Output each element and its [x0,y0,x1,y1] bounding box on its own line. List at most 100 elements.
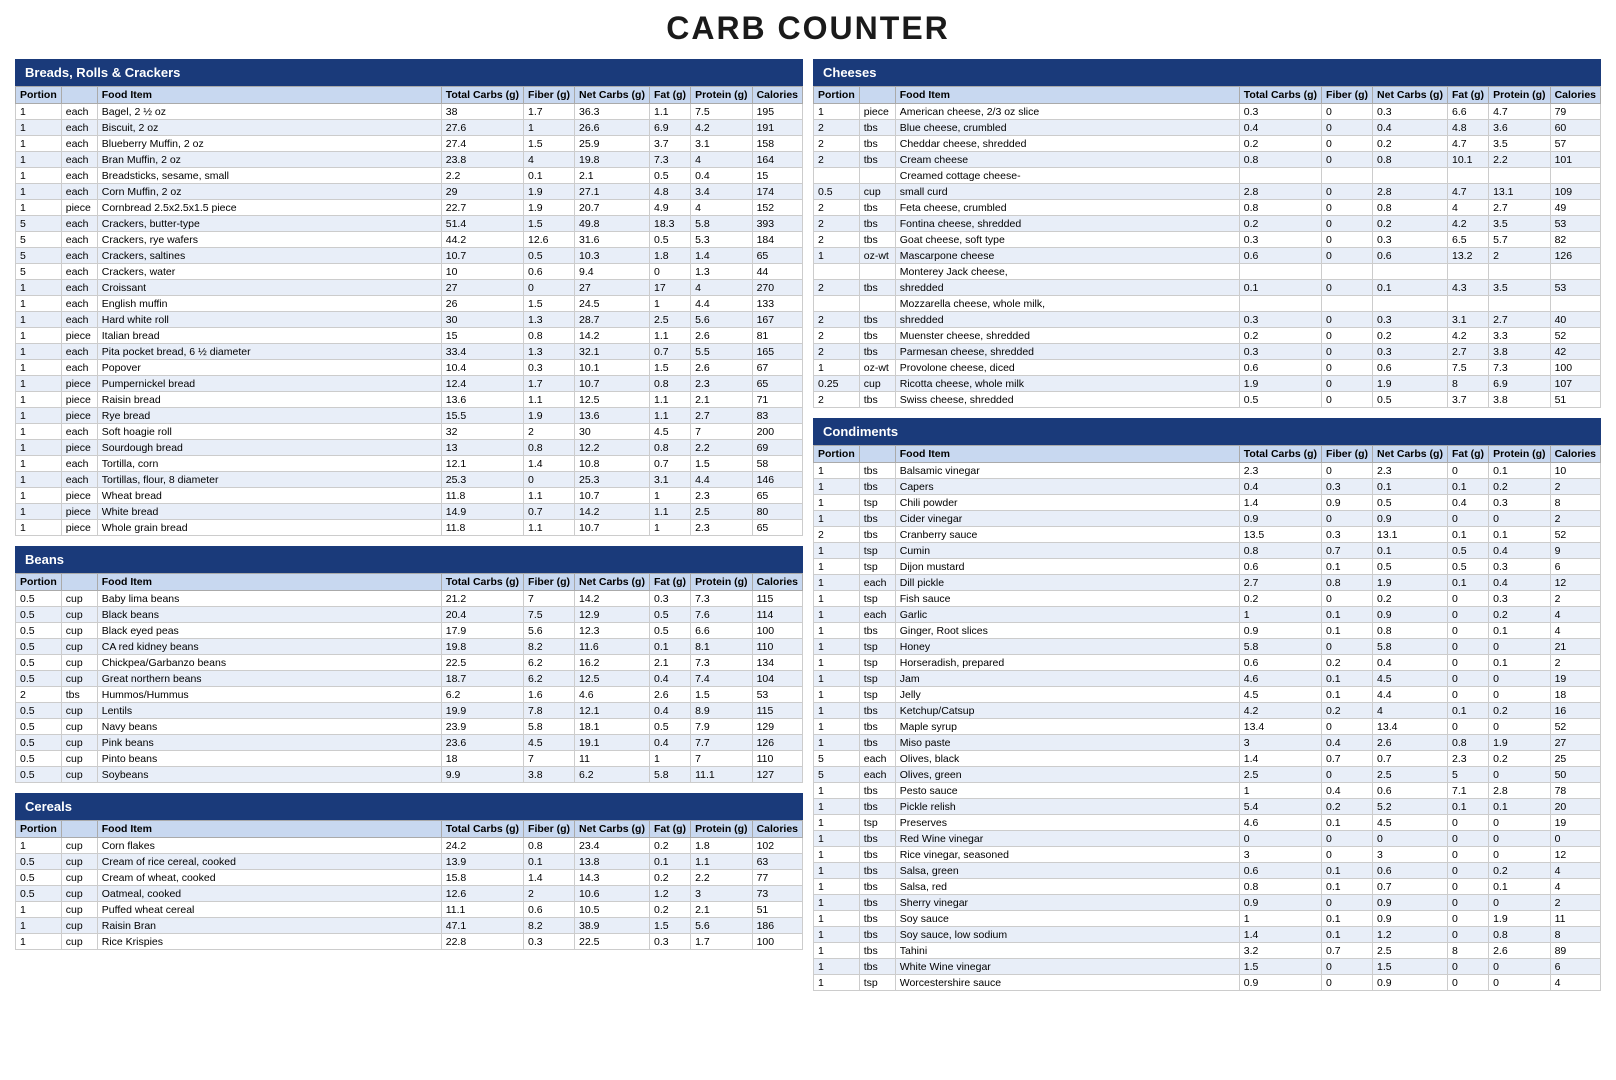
table-cell: Chili powder [895,495,1239,511]
table-row: 1eachTortillas, flour, 8 diameter25.3025… [16,472,803,488]
table-cell: 0.2 [1489,703,1551,719]
table-cell: 1 [814,575,860,591]
table-cell: 15.8 [441,870,523,886]
table-cell: tbs [61,687,97,703]
table-cell: 0.5 [1373,495,1448,511]
table-row: 1tbsKetchup/Catsup4.20.240.10.216 [814,703,1601,719]
table-cell: 5 [16,248,62,264]
table-cell: 1 [16,918,62,934]
right-column: Cheeses Portion Food Item Total Carbs (g… [813,59,1601,1001]
table-cell: 0 [1489,767,1551,783]
col-unit [61,821,97,838]
table-cell: Biscuit, 2 oz [97,120,441,136]
table-cell: 0 [1239,831,1321,847]
table-cell: Dijon mustard [895,559,1239,575]
table-cell: 1 [16,360,62,376]
left-column: Breads, Rolls & Crackers Portion Food It… [15,59,803,960]
table-row: Mozzarella cheese, whole milk, [814,296,1601,312]
table-cell: 21.2 [441,591,523,607]
table-cell: 1.9 [1373,376,1448,392]
table-cell [1239,296,1321,312]
table-cell: 11 [1550,911,1600,927]
table-cell: 167 [752,312,802,328]
table-cell: 0.3 [524,360,575,376]
table-cell: 25.9 [575,136,650,152]
table-cell: 0.5 [16,719,62,735]
table-cell: piece [61,328,97,344]
table-cell: tsp [859,815,895,831]
table-cell: 2.1 [691,902,753,918]
table-cell: 0.5 [524,248,575,264]
table-cell: 3.3 [1489,328,1551,344]
table-cell: 1 [649,296,690,312]
table-cell: tbs [859,895,895,911]
table-cell: 58 [752,456,802,472]
table-cell: 6.9 [1489,376,1551,392]
table-cell: 1 [1239,911,1321,927]
table-cell: 67 [752,360,802,376]
table-cell: 129 [752,719,802,735]
table-cell: 2.2 [691,440,753,456]
table-cell: 4.5 [1373,671,1448,687]
table-cell: 0.1 [524,168,575,184]
table-cell: 3.2 [1239,943,1321,959]
table-cell: 1 [814,943,860,959]
table-cell: 0 [1322,511,1373,527]
table-cell: 44 [752,264,802,280]
table-cell: 4.5 [524,735,575,751]
table-cell: small curd [895,184,1239,200]
table-cell: cup [61,623,97,639]
table-cell: 32 [441,424,523,440]
table-cell: Feta cheese, crumbled [895,200,1239,216]
table-cell: 0.1 [649,639,690,655]
table-cell: 4 [1447,200,1488,216]
table-row: 1pieceCornbread 2.5x2.5x1.5 piece22.71.9… [16,200,803,216]
table-cell: 2.2 [441,168,523,184]
table-cell: 38 [441,104,523,120]
table-cell: 1 [814,911,860,927]
col-cal: Calories [1550,87,1600,104]
table-cell: cup [61,639,97,655]
table-cell: 5 [814,767,860,783]
table-cell: 1.5 [524,296,575,312]
table-cell: tsp [859,495,895,511]
table-cell: 15 [441,328,523,344]
table-cell: 65 [752,248,802,264]
table-cereals: Portion Food Item Total Carbs (g) Fiber … [15,820,803,950]
table-cell: 0 [1447,879,1488,895]
table-cell: 8 [1550,495,1600,511]
table-cell: 3.5 [1489,280,1551,296]
table-cell: tsp [859,687,895,703]
table-cell: each [859,575,895,591]
table-cell: Tortillas, flour, 8 diameter [97,472,441,488]
table-cell: 1 [16,104,62,120]
table-cell: 17 [649,280,690,296]
table-row: 2tbsFontina cheese, shredded0.200.24.23.… [814,216,1601,232]
table-cell: 2 [524,886,575,902]
table-cell: Pumpernickel bread [97,376,441,392]
table-cell: 0 [1322,216,1373,232]
table-cell: 0.1 [1489,799,1551,815]
table-cell: 1 [16,838,62,854]
table-cell: 53 [1550,280,1600,296]
table-cell: 27.4 [441,136,523,152]
section-header-breads: Breads, Rolls & Crackers [15,59,803,86]
table-cell: 0.3 [1322,479,1373,495]
table-cell: 2 [814,312,860,328]
table-cell: 0.5 [16,751,62,767]
table-cell: 0.5 [649,232,690,248]
table-cell: 195 [752,104,802,120]
table-cell: 0.6 [1239,559,1321,575]
table-cell: 12.5 [575,671,650,687]
table-header-row: Portion Food Item Total Carbs (g) Fiber … [16,821,803,838]
table-cell: Crackers, butter-type [97,216,441,232]
table-cell: tbs [859,703,895,719]
table-cell: each [61,424,97,440]
table-header-row: Portion Food Item Total Carbs (g) Fiber … [814,87,1601,104]
table-cell: Cream of wheat, cooked [97,870,441,886]
table-row: 1tbsTahini3.20.72.582.689 [814,943,1601,959]
table-cell: 7.7 [691,735,753,751]
table-cell: each [61,296,97,312]
table-cell: 0.8 [1447,735,1488,751]
table-cell: 1.9 [1489,911,1551,927]
